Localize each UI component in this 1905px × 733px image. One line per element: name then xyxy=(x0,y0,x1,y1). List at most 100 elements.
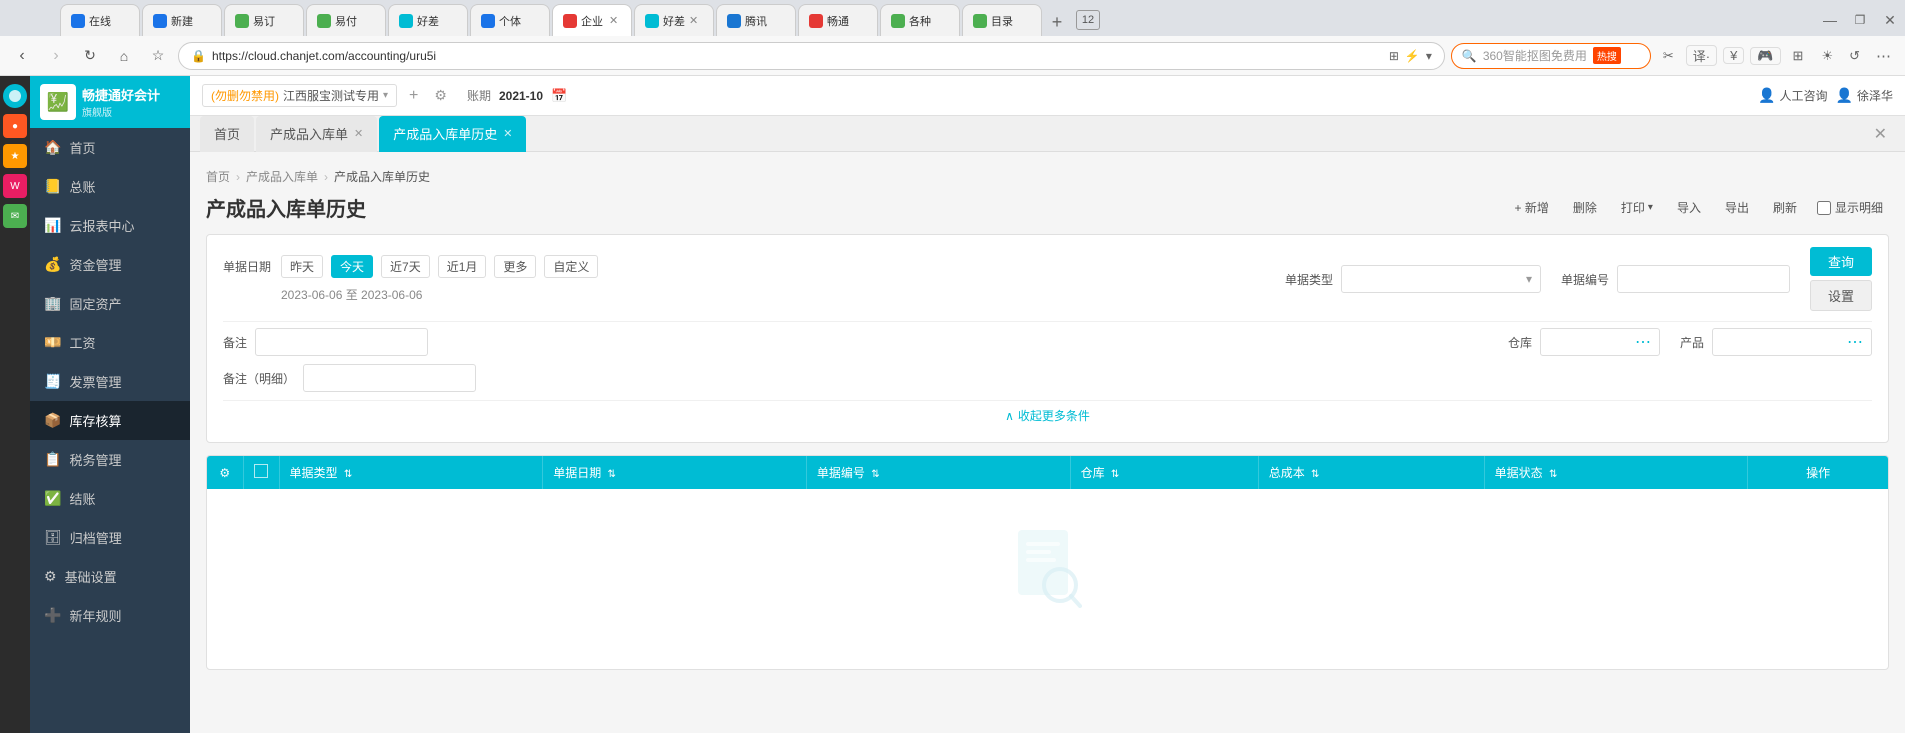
import-btn[interactable]: 导入 xyxy=(1667,195,1711,220)
export-btn[interactable]: 导出 xyxy=(1715,195,1759,220)
th-gear[interactable]: ⚙ xyxy=(207,456,243,489)
minimize-btn[interactable]: — xyxy=(1815,6,1845,34)
page-tab-list-close[interactable]: ✕ xyxy=(354,127,363,140)
bookmark-btn[interactable]: ☆ xyxy=(144,42,172,70)
doc-type-select[interactable]: ▾ xyxy=(1341,265,1541,293)
back-btn[interactable]: ‹ xyxy=(8,42,36,70)
user-avatar[interactable]: 👤 徐泽华 xyxy=(1836,87,1893,104)
theme-btn[interactable]: ☀ xyxy=(1815,48,1839,64)
collapse-btn[interactable]: ∧ 收起更多条件 xyxy=(223,400,1872,430)
tab-t11[interactable]: 各种 xyxy=(880,4,960,36)
delete-btn[interactable]: 删除 xyxy=(1563,195,1607,220)
apps-btn[interactable]: ⊞ xyxy=(1389,49,1399,63)
calendar-icon[interactable]: 📅 xyxy=(551,88,567,104)
date-btn-1month[interactable]: 近1月 xyxy=(438,255,487,278)
page-tab-history[interactable]: 产成品入库单历史 ✕ xyxy=(379,116,526,152)
close-window-btn[interactable]: ✕ xyxy=(1875,6,1905,34)
page-tab-list[interactable]: 产成品入库单 ✕ xyxy=(256,116,377,152)
breadcrumb-list[interactable]: 产成品入库单 xyxy=(246,168,318,185)
sidebar-item-fixed[interactable]: 🏢 固定资产 xyxy=(30,284,190,323)
forward-btn[interactable]: › xyxy=(42,42,70,70)
date-btn-more[interactable]: 更多 xyxy=(494,255,536,278)
more-btn[interactable]: ⋯ xyxy=(1870,47,1897,65)
sidebar-item-checkout[interactable]: ✅ 结账 xyxy=(30,479,190,518)
setting-button[interactable]: 设置 xyxy=(1810,280,1872,311)
product-dots-btn[interactable]: ⋯ xyxy=(1847,332,1863,352)
refresh-btn[interactable]: 刷新 xyxy=(1763,195,1807,220)
refresh-nav-btn[interactable]: ↻ xyxy=(76,42,104,70)
tab-t7-close[interactable]: ✕ xyxy=(607,13,620,28)
tab-t6[interactable]: 个体 xyxy=(470,4,550,36)
warehouse-dots-btn[interactable]: ⋯ xyxy=(1635,332,1651,352)
breadcrumb-home[interactable]: 首页 xyxy=(206,168,230,185)
sidebar-item-ledger[interactable]: 📒 总账 xyxy=(30,167,190,206)
app-icon-1[interactable] xyxy=(3,84,27,108)
page-tab-home[interactable]: 首页 xyxy=(200,116,254,152)
doc-number-input[interactable] xyxy=(1617,265,1790,293)
tab-t1[interactable]: 在线 xyxy=(60,4,140,36)
sidebar-item-inventory[interactable]: 📦 库存核算 xyxy=(30,401,190,440)
show-col-checkbox[interactable] xyxy=(1817,201,1831,215)
home-btn[interactable]: ⌂ xyxy=(110,42,138,70)
settings-gear-btn[interactable]: ⚙ xyxy=(430,87,451,104)
th-doc-type[interactable]: 单据类型 ⇅ xyxy=(279,456,543,489)
query-button[interactable]: 查询 xyxy=(1810,247,1872,276)
date-btn-yesterday[interactable]: 昨天 xyxy=(281,255,323,278)
tab-t3[interactable]: 易订 xyxy=(224,4,304,36)
sidebar-item-newrules[interactable]: ➕ 新年规则 xyxy=(30,596,190,635)
app-icon-2[interactable]: ● xyxy=(3,114,27,138)
app-icon-5[interactable]: ✉ xyxy=(3,204,27,228)
tab-t8-close[interactable]: ✕ xyxy=(689,14,698,27)
tab-t7[interactable]: 企业 ✕ xyxy=(552,4,632,36)
add-company-btn[interactable]: + xyxy=(405,87,422,105)
print-btn[interactable]: 打印 ▾ xyxy=(1611,195,1663,220)
panel-close-btn[interactable]: ✕ xyxy=(1866,124,1895,144)
sidebar-item-report[interactable]: 📊 云报表中心 xyxy=(30,206,190,245)
tab-t8[interactable]: 好差 ✕ xyxy=(634,4,714,36)
gamepad-btn[interactable]: 🎮 xyxy=(1750,47,1780,65)
app-icon-4[interactable]: W xyxy=(3,174,27,198)
th-warehouse[interactable]: 仓库 ⇅ xyxy=(1070,456,1258,489)
sidebar-item-salary[interactable]: 💴 工资 xyxy=(30,323,190,362)
tab-t4[interactable]: 易付 xyxy=(306,4,386,36)
note-input[interactable] xyxy=(255,328,428,356)
sidebar-item-tax[interactable]: 📋 税务管理 xyxy=(30,440,190,479)
th-checkbox[interactable] xyxy=(243,456,279,489)
back2-btn[interactable]: ↺ xyxy=(1845,48,1864,64)
note-detail-input[interactable] xyxy=(303,364,476,392)
grid-btn[interactable]: ⊞ xyxy=(1787,48,1810,64)
maximize-btn[interactable]: ❐ xyxy=(1845,6,1875,34)
tab-t9[interactable]: 腾讯 xyxy=(716,4,796,36)
tab-t5[interactable]: 好差 xyxy=(388,4,468,36)
new-tab-btn[interactable]: + xyxy=(1042,8,1072,36)
th-doc-status[interactable]: 单据状态 ⇅ xyxy=(1484,456,1748,489)
th-doc-number[interactable]: 单据编号 ⇅ xyxy=(806,456,1070,489)
th-total-cost[interactable]: 总成本 ⇅ xyxy=(1258,456,1484,489)
product-select[interactable]: ⋯ xyxy=(1712,328,1872,356)
th-doc-date[interactable]: 单据日期 ⇅ xyxy=(543,456,807,489)
date-btn-today[interactable]: 今天 xyxy=(331,255,373,278)
sidebar-item-home[interactable]: 🏠 首页 xyxy=(30,128,190,167)
company-selector[interactable]: (勿删勿禁用) 江西服宝测试专用 ▾ xyxy=(202,84,397,107)
date-btn-7days[interactable]: 近7天 xyxy=(381,255,430,278)
tab-t10[interactable]: 畅通 xyxy=(798,4,878,36)
tab-t2[interactable]: 新建 xyxy=(142,4,222,36)
new-btn[interactable]: + 新增 xyxy=(1505,195,1559,220)
lightning-btn[interactable]: ⚡ xyxy=(1405,49,1420,63)
sidebar-item-archive[interactable]: 🗄 归档管理 xyxy=(30,518,190,557)
tab-t12[interactable]: 目录 xyxy=(962,4,1042,36)
user-service-btn[interactable]: 👤 人工咨询 xyxy=(1758,87,1827,104)
sidebar-item-settings[interactable]: ⚙ 基础设置 xyxy=(30,557,190,596)
sidebar-item-fund[interactable]: 💰 资金管理 xyxy=(30,245,190,284)
address-input[interactable]: 🔒 https://cloud.chanjet.com/accounting/u… xyxy=(178,42,1445,70)
app-icon-3[interactable]: ★ xyxy=(3,144,27,168)
dropdown-btn[interactable]: ▾ xyxy=(1426,49,1432,63)
translate-btn[interactable]: 译· xyxy=(1686,45,1717,66)
scissors-btn[interactable]: ✂ xyxy=(1657,48,1680,64)
currency-btn[interactable]: ¥ xyxy=(1723,47,1744,64)
date-btn-custom[interactable]: 自定义 xyxy=(544,255,598,278)
sidebar-item-invoice[interactable]: 🧾 发票管理 xyxy=(30,362,190,401)
warehouse-select[interactable]: ⋯ xyxy=(1540,328,1660,356)
page-tab-history-close[interactable]: ✕ xyxy=(503,127,512,140)
search-bar[interactable]: 🔍 360智能抠图免费用 热搜 xyxy=(1451,43,1651,69)
